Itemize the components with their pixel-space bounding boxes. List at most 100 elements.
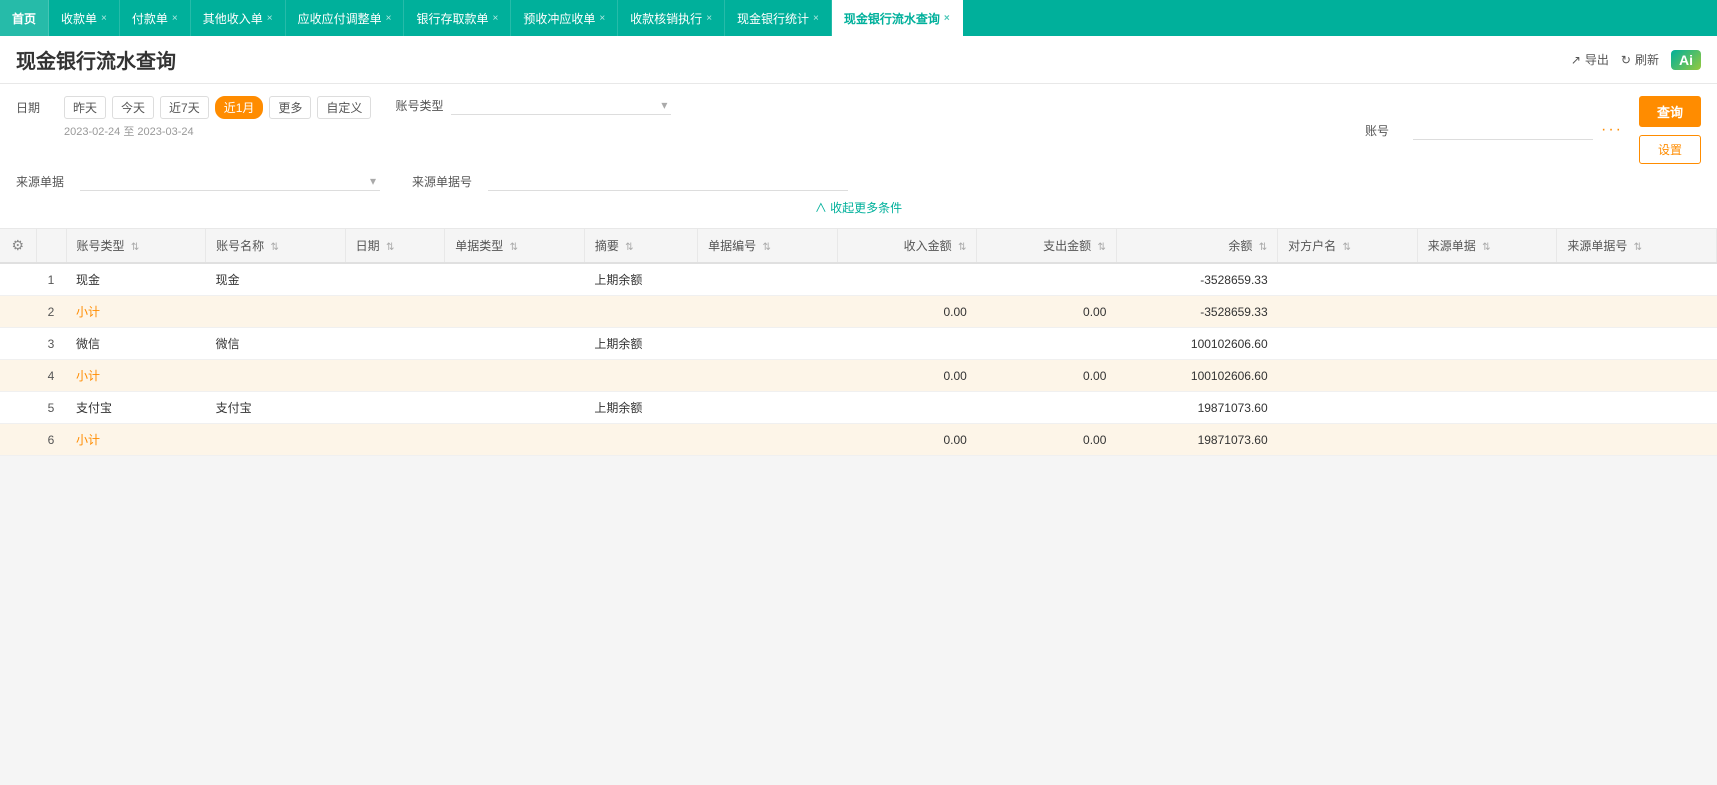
date-btn-more[interactable]: 更多: [269, 96, 311, 119]
row-summary: 上期余额: [584, 263, 697, 296]
row-counterpart: [1278, 328, 1418, 360]
nav-tab-pay[interactable]: 付款单 ×: [120, 0, 191, 36]
nav-tab-cash-bank-flow[interactable]: 现金银行流水查询 ×: [832, 0, 963, 36]
th-income[interactable]: 收入金额 ⇅: [837, 229, 977, 263]
row-gear: [0, 424, 36, 456]
nav-tab-home[interactable]: 首页: [0, 0, 49, 36]
export-button[interactable]: ↗ 导出: [1571, 51, 1609, 68]
sort-icon: ⇅: [1634, 242, 1642, 253]
row-doc-num: [698, 296, 838, 328]
row-balance: 100102606.60: [1116, 360, 1277, 392]
collapse-bar[interactable]: ∧ 收起更多条件: [16, 199, 1701, 216]
th-summary[interactable]: 摘要 ⇅: [584, 229, 697, 263]
row-source-doc-num: [1557, 263, 1717, 296]
header-bar: 现金银行流水查询 ↗ 导出 ↻ 刷新 Ai: [0, 36, 1717, 84]
row-account-name: 现金: [206, 263, 346, 296]
th-balance[interactable]: 余额 ⇅: [1116, 229, 1277, 263]
row-source-doc-num: [1557, 328, 1717, 360]
th-num: [36, 229, 66, 263]
source-doc-select[interactable]: ▾: [80, 172, 380, 191]
row-gear: [0, 263, 36, 296]
sort-icon: ⇅: [1259, 242, 1267, 253]
table-row: 6 小计 0.00 0.00 19871073.60: [0, 424, 1717, 456]
row-expense: 0.00: [977, 360, 1117, 392]
sort-icon: ⇅: [386, 242, 394, 253]
row-expense: [977, 263, 1117, 296]
date-btn-1month[interactable]: 近1月: [215, 96, 264, 119]
refresh-button[interactable]: ↻ 刷新: [1621, 51, 1659, 68]
th-doc-type[interactable]: 单据类型 ⇅: [445, 229, 585, 263]
row-date: [345, 424, 445, 456]
filter-area: 日期 昨天 今天 近7天 近1月 更多 自定义 2023-02-24 至 202…: [0, 84, 1717, 229]
row-num: 1: [36, 263, 66, 296]
th-date[interactable]: 日期 ⇅: [345, 229, 445, 263]
date-btn-custom[interactable]: 自定义: [317, 96, 371, 119]
table-row: 2 小计 0.00 0.00 -3528659.33: [0, 296, 1717, 328]
row-source-doc-num: [1557, 424, 1717, 456]
ai-badge[interactable]: Ai: [1671, 50, 1701, 70]
nav-tab-receive[interactable]: 收款单 ×: [49, 0, 120, 36]
th-counterpart[interactable]: 对方户名 ⇅: [1278, 229, 1418, 263]
row-balance: 19871073.60: [1116, 392, 1277, 424]
sort-icon: ⇅: [1098, 242, 1106, 253]
table-row: 4 小计 0.00 0.00 100102606.60: [0, 360, 1717, 392]
nav-tab-bank-deposit[interactable]: 银行存取款单 ×: [404, 0, 511, 36]
row-date: [345, 392, 445, 424]
row-account-type: 小计: [66, 360, 206, 392]
gear-icon[interactable]: ⚙: [11, 237, 24, 253]
row-balance: -3528659.33: [1116, 296, 1277, 328]
date-btn-today[interactable]: 今天: [112, 96, 154, 119]
close-icon[interactable]: ×: [101, 13, 107, 24]
query-button[interactable]: 查询: [1639, 96, 1701, 127]
page-title: 现金银行流水查询: [16, 45, 176, 74]
account-type-select[interactable]: ▾: [451, 96, 671, 115]
settings-button[interactable]: 设置: [1639, 135, 1701, 164]
nav-tab-receivable-adjust[interactable]: 应收应付调整单 ×: [286, 0, 405, 36]
th-gear: ⚙: [0, 229, 36, 263]
source-doc-num-input[interactable]: [488, 172, 848, 191]
row-source-doc-num: [1557, 392, 1717, 424]
row-summary: 上期余额: [584, 392, 697, 424]
row-income: 0.00: [837, 424, 977, 456]
row-balance: 100102606.60: [1116, 328, 1277, 360]
top-nav: 首页 收款单 × 付款单 × 其他收入单 × 应收应付调整单 × 银行存取款单 …: [0, 0, 1717, 36]
close-icon[interactable]: ×: [599, 13, 605, 24]
nav-tab-collect-verify[interactable]: 收款核销执行 ×: [618, 0, 725, 36]
close-icon[interactable]: ×: [267, 13, 273, 24]
date-btn-yesterday[interactable]: 昨天: [64, 96, 106, 119]
row-expense: 0.00: [977, 424, 1117, 456]
table-container: ⚙ 账号类型 ⇅ 账号名称 ⇅ 日期 ⇅ 单据类型 ⇅: [0, 229, 1717, 456]
close-icon[interactable]: ×: [386, 13, 392, 24]
row-counterpart: [1278, 296, 1418, 328]
table-row: 3 微信 微信 上期余额 100102606.60: [0, 328, 1717, 360]
nav-tab-advance-offset[interactable]: 预收冲应收单 ×: [511, 0, 618, 36]
date-btn-7days[interactable]: 近7天: [160, 96, 209, 119]
th-doc-num[interactable]: 单据编号 ⇅: [698, 229, 838, 263]
close-icon[interactable]: ×: [172, 13, 178, 24]
nav-tab-cash-bank-stat[interactable]: 现金银行统计 ×: [725, 0, 832, 36]
row-gear: [0, 392, 36, 424]
account-type-label: 账号类型: [395, 97, 443, 114]
close-icon[interactable]: ×: [944, 13, 950, 24]
data-table: ⚙ 账号类型 ⇅ 账号名称 ⇅ 日期 ⇅ 单据类型 ⇅: [0, 229, 1717, 456]
header-actions: ↗ 导出 ↻ 刷新 Ai: [1571, 50, 1701, 70]
row-num: 5: [36, 392, 66, 424]
row-counterpart: [1278, 360, 1418, 392]
account-input[interactable]: [1413, 121, 1593, 140]
th-expense[interactable]: 支出金额 ⇅: [977, 229, 1117, 263]
th-source-doc[interactable]: 来源单据 ⇅: [1417, 229, 1557, 263]
close-icon[interactable]: ×: [492, 13, 498, 24]
more-options-icon[interactable]: ···: [1601, 121, 1623, 139]
close-icon[interactable]: ×: [706, 13, 712, 24]
th-account-name[interactable]: 账号名称 ⇅: [206, 229, 346, 263]
nav-tab-other-income[interactable]: 其他收入单 ×: [191, 0, 286, 36]
row-account-name: 微信: [206, 328, 346, 360]
row-income: [837, 328, 977, 360]
row-source-doc-num: [1557, 296, 1717, 328]
row-date: [345, 296, 445, 328]
date-filter-label: 日期: [16, 99, 56, 116]
close-icon[interactable]: ×: [813, 13, 819, 24]
th-source-doc-num[interactable]: 来源单据号 ⇅: [1557, 229, 1717, 263]
th-account-type[interactable]: 账号类型 ⇅: [66, 229, 206, 263]
row-source-doc: [1417, 392, 1557, 424]
